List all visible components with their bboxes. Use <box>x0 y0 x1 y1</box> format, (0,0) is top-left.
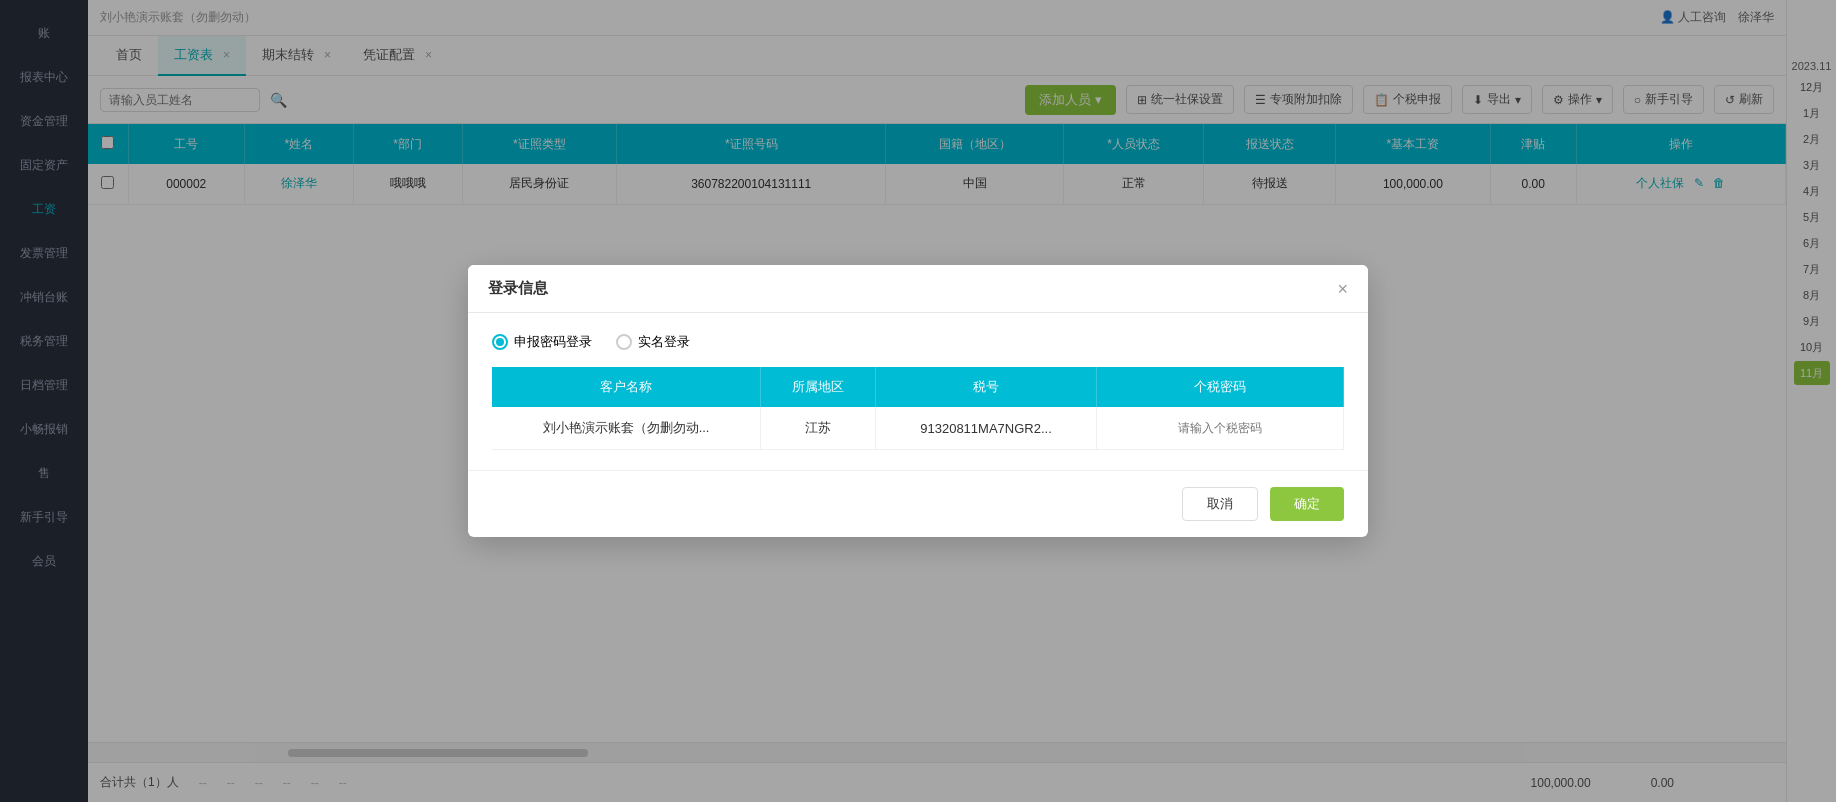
radio-password-label: 申报密码登录 <box>514 333 592 351</box>
modal-table-row: 刘小艳演示账套（勿删勿动... 江苏 91320811MA7NGR2... <box>492 407 1344 450</box>
radio-password-login[interactable]: 申报密码登录 <box>492 333 592 351</box>
modal-col-client-name: 客户名称 <box>492 367 761 407</box>
modal-body: 申报密码登录 实名登录 客户名称 所属地区 税号 个税密码 <box>468 313 1368 470</box>
modal-cell-password[interactable] <box>1097 407 1344 450</box>
modal-col-tax-id: 税号 <box>875 367 1097 407</box>
radio-password-circle <box>492 334 508 350</box>
radio-realname-label: 实名登录 <box>638 333 690 351</box>
modal-cell-region: 江苏 <box>761 407 876 450</box>
confirm-button[interactable]: 确定 <box>1270 487 1344 521</box>
login-radio-group: 申报密码登录 实名登录 <box>492 333 1344 351</box>
modal-overlay[interactable]: 登录信息 × 申报密码登录 实名登录 客户名称 所属地区 <box>0 0 1836 802</box>
modal-table: 客户名称 所属地区 税号 个税密码 刘小艳演示账套（勿删勿动... 江苏 913… <box>492 367 1344 450</box>
modal-footer: 取消 确定 <box>468 470 1368 537</box>
cancel-button[interactable]: 取消 <box>1182 487 1258 521</box>
modal-col-region: 所属地区 <box>761 367 876 407</box>
radio-realname-login[interactable]: 实名登录 <box>616 333 690 351</box>
modal-title: 登录信息 <box>488 279 548 298</box>
radio-realname-circle <box>616 334 632 350</box>
login-modal: 登录信息 × 申报密码登录 实名登录 客户名称 所属地区 <box>468 265 1368 537</box>
modal-cell-tax-id: 91320811MA7NGR2... <box>875 407 1097 450</box>
modal-cell-client-name: 刘小艳演示账套（勿删勿动... <box>492 407 761 450</box>
modal-header: 登录信息 × <box>468 265 1368 313</box>
modal-col-password: 个税密码 <box>1097 367 1344 407</box>
modal-close-button[interactable]: × <box>1337 280 1348 298</box>
password-input[interactable] <box>1113 421 1327 435</box>
